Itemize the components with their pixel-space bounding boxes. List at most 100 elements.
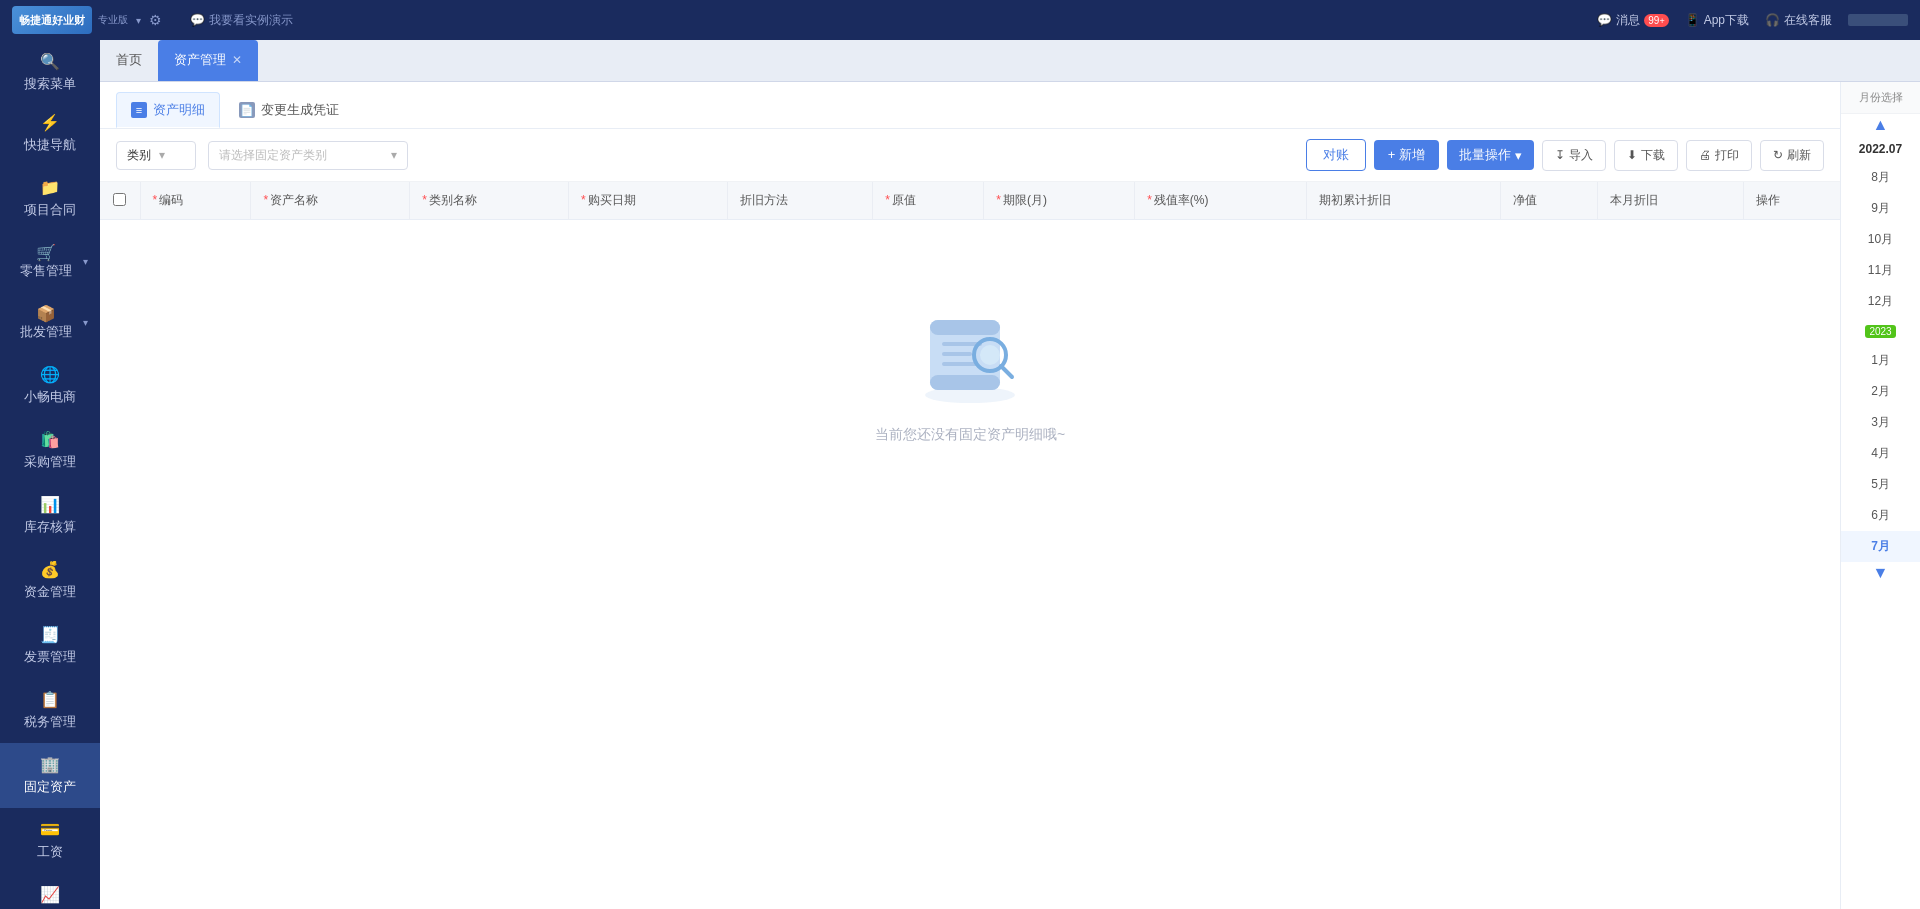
table-area: *编码 *资产名称 *类别名称 *购买日期 xyxy=(100,182,1840,909)
month-item-2023-7[interactable]: 7月 xyxy=(1841,531,1920,562)
month-item-2023-6[interactable]: 6月 xyxy=(1841,500,1920,531)
col-purchase-date: *购买日期 xyxy=(569,182,728,220)
retail-icon: 🛒 xyxy=(36,243,56,262)
month-item-2023-3[interactable]: 3月 xyxy=(1841,407,1920,438)
empty-illustration xyxy=(910,300,1030,410)
invoice-icon: 🧾 xyxy=(40,625,60,644)
home-tab-label: 首页 xyxy=(116,51,142,69)
sidebar-item-fixed-assets[interactable]: 🏢 固定资产 xyxy=(0,743,100,808)
month-item-11[interactable]: 11月 xyxy=(1841,255,1920,286)
toolbar-left: 类别 ▾ 请选择固定资产类别 ▾ xyxy=(116,141,408,170)
sub-tabs: ≡ 资产明细 📄 变更生成凭证 xyxy=(116,92,354,128)
quick-nav-icon: ⚡ xyxy=(40,113,60,132)
sidebar-item-finance[interactable]: 💰 资金管理 xyxy=(0,548,100,613)
salary-icon: 💳 xyxy=(40,820,60,839)
month-item-10[interactable]: 10月 xyxy=(1841,224,1920,255)
project-icon: 📁 xyxy=(40,178,60,197)
select-dropdown-icon: ▾ xyxy=(159,148,165,162)
sidebar-item-wholesale[interactable]: 📦 批发管理 ▾ xyxy=(0,292,100,353)
month-item-12[interactable]: 12月 xyxy=(1841,286,1920,317)
sidebar-item-label: 税务管理 xyxy=(24,713,76,731)
add-button[interactable]: + 新增 xyxy=(1374,140,1439,170)
col-depreciation-method: 折旧方法 xyxy=(727,182,873,220)
refresh-icon: ↻ xyxy=(1773,148,1783,162)
app-download-button[interactable]: 📱 App下载 xyxy=(1685,12,1749,29)
year-2022-label: 2022.07 xyxy=(1841,136,1920,162)
download-icon: ⬇ xyxy=(1627,148,1637,162)
sidebar-item-label: 搜索菜单 xyxy=(24,75,76,93)
month-item-2023-4[interactable]: 4月 xyxy=(1841,438,1920,469)
demo-link[interactable]: 💬 我要看实例演示 xyxy=(190,12,293,29)
print-icon: 🖨 xyxy=(1699,148,1711,162)
month-item-2023-5[interactable]: 5月 xyxy=(1841,469,1920,500)
app-download-icon: 📱 xyxy=(1685,13,1700,27)
asset-mgmt-tab-label: 资产管理 xyxy=(174,51,226,69)
print-button[interactable]: 🖨 打印 xyxy=(1686,140,1752,171)
month-item-2023-2[interactable]: 2月 xyxy=(1841,376,1920,407)
sidebar-item-label: 库存核算 xyxy=(24,518,76,536)
batch-operation-button[interactable]: 批量操作 ▾ xyxy=(1447,140,1534,170)
year-badge: 2023 xyxy=(1865,325,1895,338)
online-service-button[interactable]: 🎧 在线客服 xyxy=(1765,12,1832,29)
download-button[interactable]: ⬇ 下载 xyxy=(1614,140,1678,171)
import-icon: ↧ xyxy=(1555,148,1565,162)
settings-icon[interactable]: ⚙ xyxy=(149,12,162,28)
col-code: *编码 xyxy=(140,182,251,220)
brand-logo: 畅捷通好业财 xyxy=(12,6,92,34)
sidebar-item-search[interactable]: 🔍 搜索菜单 xyxy=(0,44,100,101)
user-name xyxy=(1848,14,1908,26)
month-item-9[interactable]: 9月 xyxy=(1841,193,1920,224)
col-monthly-depreciation: 本月折旧 xyxy=(1598,182,1744,220)
sidebar-item-quick-nav[interactable]: ⚡ 快捷导航 xyxy=(0,101,100,166)
tab-home[interactable]: 首页 xyxy=(100,40,158,81)
asset-detail-icon: ≡ xyxy=(131,102,147,118)
select-all-checkbox[interactable] xyxy=(113,193,126,206)
svg-point-8 xyxy=(980,345,1000,365)
sidebar-item-label: 采购管理 xyxy=(24,453,76,471)
import-button[interactable]: ↧ 导入 xyxy=(1542,140,1606,171)
toolbar: 类别 ▾ 请选择固定资产类别 ▾ 对账 + 新增 xyxy=(100,129,1840,182)
app-download-label: App下载 xyxy=(1704,12,1749,29)
main-layout: 🔍 搜索菜单 ⚡ 快捷导航 📁 项目合同 🛒 零售管理 ▾ 📦 批发管理 ▾ xyxy=(0,40,1920,909)
month-item-2023-1[interactable]: 1月 xyxy=(1841,345,1920,376)
svg-rect-3 xyxy=(930,375,1000,390)
svg-rect-2 xyxy=(930,320,1000,335)
top-bar: 畅捷通好业财 专业版 ▾ ⚙ 💬 我要看实例演示 💬 消息 99+ 📱 App下… xyxy=(0,0,1920,40)
refresh-button[interactable]: ↻ 刷新 xyxy=(1760,140,1824,171)
change-voucher-label: 变更生成凭证 xyxy=(261,101,339,119)
tax-icon: 📋 xyxy=(40,690,60,709)
print-label: 打印 xyxy=(1715,147,1739,164)
col-residual-rate: *残值率(%) xyxy=(1135,182,1307,220)
sidebar-item-retail[interactable]: 🛒 零售管理 ▾ xyxy=(0,231,100,292)
sidebar-item-ecommerce[interactable]: 🌐 小畅电商 xyxy=(0,353,100,418)
reconcile-button[interactable]: 对账 xyxy=(1306,139,1366,171)
month-nav-down[interactable]: ▼ xyxy=(1841,562,1920,584)
headset-icon: 🎧 xyxy=(1765,13,1780,27)
month-nav-up-button[interactable]: ▲ xyxy=(1841,114,1920,136)
tab-asset-management[interactable]: 资产管理 ✕ xyxy=(158,40,258,81)
sidebar-item-operations[interactable]: 📈 经营管理 xyxy=(0,873,100,909)
month-nav-up[interactable]: ▲ xyxy=(1841,114,1920,136)
month-item-8[interactable]: 8月 xyxy=(1841,162,1920,193)
sidebar-item-tax[interactable]: 📋 税务管理 xyxy=(0,678,100,743)
tab-asset-detail[interactable]: ≡ 资产明细 xyxy=(116,92,220,128)
message-button[interactable]: 💬 消息 99+ xyxy=(1597,12,1668,29)
brand-dropdown-arrow[interactable]: ▾ xyxy=(136,15,141,26)
year-2023-badge-item: 2023 xyxy=(1841,317,1920,345)
category-select[interactable]: 类别 ▾ xyxy=(116,141,196,170)
category-filter-input[interactable]: 请选择固定资产类别 ▾ xyxy=(208,141,408,170)
sidebar-item-inventory[interactable]: 📊 库存核算 xyxy=(0,483,100,548)
month-nav-down-button[interactable]: ▼ xyxy=(1841,562,1920,584)
sidebar-item-label: 固定资产 xyxy=(24,778,76,796)
assets-table: *编码 *资产名称 *类别名称 *购买日期 xyxy=(100,182,1840,524)
change-voucher-icon: 📄 xyxy=(239,102,255,118)
col-category: *类别名称 xyxy=(410,182,569,220)
sidebar-item-salary[interactable]: 💳 工资 xyxy=(0,808,100,873)
tab-change-voucher[interactable]: 📄 变更生成凭证 xyxy=(224,92,354,128)
sidebar-item-label: 工资 xyxy=(37,843,63,861)
wholesale-icon: 📦 xyxy=(36,304,56,323)
sidebar-item-project[interactable]: 📁 项目合同 xyxy=(0,166,100,231)
tab-close-button[interactable]: ✕ xyxy=(232,53,242,67)
sidebar-item-purchase[interactable]: 🛍️ 采购管理 xyxy=(0,418,100,483)
sidebar-item-invoice[interactable]: 🧾 发票管理 xyxy=(0,613,100,678)
